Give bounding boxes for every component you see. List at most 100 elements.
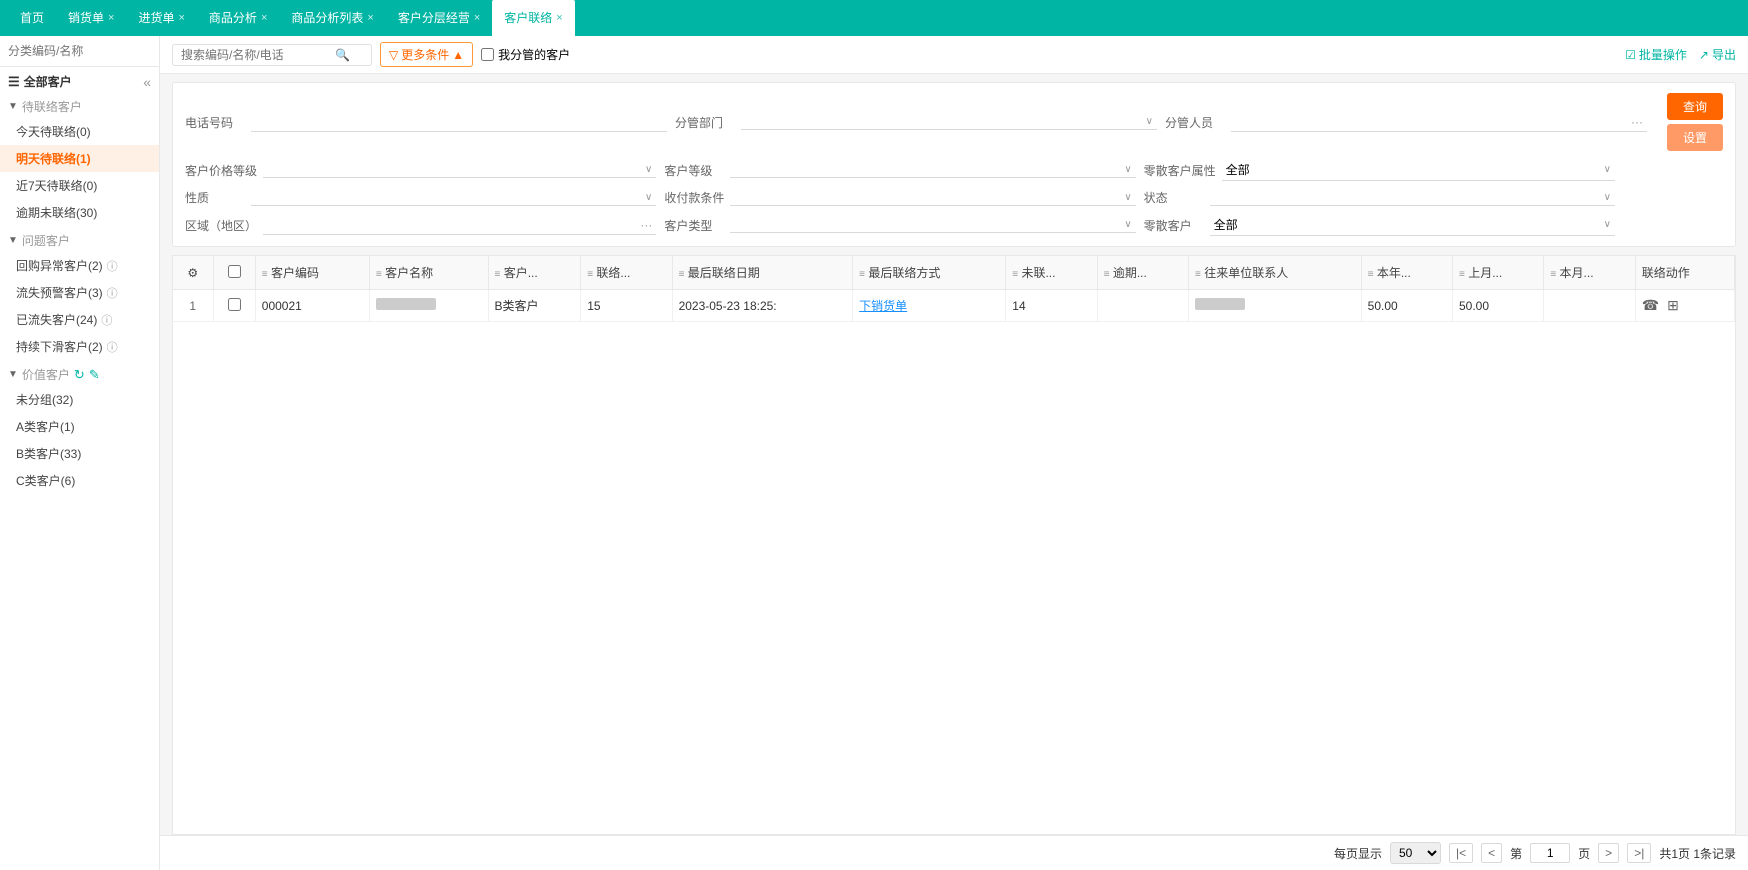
last-page-button[interactable]: >| <box>1627 843 1651 863</box>
export-button[interactable]: ↗ 导出 <box>1699 46 1736 63</box>
select-all-checkbox[interactable] <box>228 265 241 278</box>
page-size-select[interactable]: 50 100 200 <box>1390 842 1441 864</box>
sidebar-item-abnormal[interactable]: 回购异常客户(2) ⓘ <box>0 252 159 279</box>
th-overdue[interactable]: ≡ 逾期... <box>1097 256 1188 290</box>
status-select[interactable]: ∨ <box>1210 190 1615 206</box>
th-current-month[interactable]: ≡ 本月... <box>1544 256 1635 290</box>
sidebar-item-class-c[interactable]: C类客户(6) <box>0 467 159 494</box>
nav-home[interactable]: 首页 <box>8 0 56 36</box>
nav-purchase-order[interactable]: 进货单 × <box>126 0 196 36</box>
th-last-month[interactable]: ≡ 上月... <box>1453 256 1544 290</box>
gender-select[interactable]: ∨ <box>251 190 656 206</box>
table-row: 1 000021 B类客户 15 2023-05-23 18:25: 下销货单 <box>173 290 1735 322</box>
th-checkbox[interactable] <box>213 256 255 290</box>
first-page-button[interactable]: |< <box>1449 843 1473 863</box>
td-checkbox[interactable] <box>213 290 255 322</box>
settings-icon[interactable]: ⚙ <box>187 266 198 280</box>
th-last-contact-method[interactable]: ≡ 最后联络方式 <box>853 256 1006 290</box>
set-button[interactable]: 设置 <box>1667 124 1723 151</box>
more-action-icon[interactable]: ⊞ <box>1667 297 1679 314</box>
th-name[interactable]: ≡ 客户名称 <box>369 256 488 290</box>
price-level-select[interactable]: ∨ <box>263 162 656 178</box>
filter-icon: ▽ <box>389 48 398 62</box>
total-info: 共1页 1条记录 <box>1659 845 1736 862</box>
next-page-button[interactable]: > <box>1598 843 1619 863</box>
payment-select[interactable]: ∨ <box>730 190 1135 206</box>
filter-manager: 分管人员 ··· <box>1165 113 1647 132</box>
nav-product-analysis[interactable]: 商品分析 × <box>197 0 279 36</box>
info-icon[interactable]: ⓘ <box>107 258 118 274</box>
retail-customer-select[interactable]: 全部 ∨ <box>1210 214 1615 236</box>
filter-more-button[interactable]: ▽ 更多条件 ▲ <box>380 42 473 67</box>
sidebar-item-7days[interactable]: 近7天待联络(0) <box>0 172 159 199</box>
search-icon[interactable]: 🔍 <box>335 48 350 62</box>
sidebar-group-pending: ▼ 待联络客户 <box>0 92 159 118</box>
table-body: 1 000021 B类客户 15 2023-05-23 18:25: 下销货单 <box>173 290 1735 322</box>
td-last-contact-method[interactable]: 下销货单 <box>853 290 1006 322</box>
td-current-month <box>1544 290 1635 322</box>
close-icon[interactable]: × <box>367 0 373 36</box>
th-not-contacted[interactable]: ≡ 未联... <box>1006 256 1097 290</box>
sidebar-group-problem: ▼ 问题客户 <box>0 226 159 252</box>
th-unit-contact[interactable]: ≡ 往来单位联系人 <box>1189 256 1362 290</box>
sidebar-search-input[interactable] <box>8 44 160 58</box>
action-icons: ☎ ⊞ <box>1642 297 1728 314</box>
triangle-icon: ▼ <box>8 369 18 380</box>
customer-level-select[interactable]: ∨ <box>730 162 1135 178</box>
customer-type-select[interactable]: ∨ <box>730 217 1135 233</box>
collapse-icon[interactable]: « <box>143 74 151 90</box>
sidebar-item-overdue[interactable]: 逾期未联络(30) <box>0 199 159 226</box>
my-customers-checkbox[interactable] <box>481 48 494 61</box>
filter-payment: 收付款条件 ∨ <box>664 189 1135 206</box>
close-icon[interactable]: × <box>474 0 480 36</box>
sidebar-group-value: ▼ 价值客户 ↻ ✎ <box>0 360 159 386</box>
sidebar-item-declining[interactable]: 持续下滑客户(2) ⓘ <box>0 333 159 360</box>
page-unit-label: 页 <box>1578 845 1590 862</box>
sidebar-item-class-a[interactable]: A类客户(1) <box>0 413 159 440</box>
phone-input[interactable] <box>251 113 667 132</box>
close-icon[interactable]: × <box>178 0 184 36</box>
th-settings[interactable]: ⚙ <box>173 256 213 290</box>
all-customers-title[interactable]: ☰ 全部客户 <box>8 73 72 90</box>
dept-select[interactable]: ∨ <box>741 114 1157 130</box>
prev-page-button[interactable]: < <box>1481 843 1502 863</box>
nav-sales-order[interactable]: 销货单 × <box>56 0 126 36</box>
sidebar-item-lost[interactable]: 已流失客户(24) ⓘ <box>0 306 159 333</box>
info-icon[interactable]: ⓘ <box>107 339 118 355</box>
page-number-input[interactable] <box>1530 843 1570 863</box>
nav-customer-contact[interactable]: 客户联络 × <box>492 0 574 36</box>
batch-ops-button[interactable]: ☑ 批量操作 <box>1625 46 1687 63</box>
region-dots-button[interactable]: ··· <box>640 218 652 232</box>
sidebar-item-today[interactable]: 今天待联络(0) <box>0 118 159 145</box>
close-icon[interactable]: × <box>261 0 267 36</box>
sidebar-item-tomorrow[interactable]: 明天待联络(1) <box>0 145 159 172</box>
edit-icon[interactable]: ✎ <box>89 367 100 383</box>
manager-dots-button[interactable]: ··· <box>1631 115 1643 129</box>
row-checkbox[interactable] <box>228 298 241 311</box>
retail-attr-select[interactable]: 全部 ∨ <box>1222 159 1615 181</box>
filter-retail-attr: 零散客户属性 全部 ∨ <box>1144 159 1615 181</box>
th-last-contact-date[interactable]: ≡ 最后联络日期 <box>672 256 853 290</box>
th-code[interactable]: ≡ 客户编码 <box>255 256 369 290</box>
query-button[interactable]: 查询 <box>1667 93 1723 120</box>
filter-panel: 电话号码 分管部门 ∨ 分管人员 ··· 查询 <box>172 82 1736 247</box>
sidebar-item-class-b[interactable]: B类客户(33) <box>0 440 159 467</box>
refresh-icon[interactable]: ↻ <box>74 367 85 383</box>
close-icon[interactable]: × <box>556 0 562 36</box>
contact-icon[interactable]: ☎ <box>1642 297 1659 314</box>
th-current-year[interactable]: ≡ 本年... <box>1361 256 1452 290</box>
checkbox-icon: ☑ <box>1625 48 1636 62</box>
close-icon[interactable]: × <box>108 0 114 36</box>
sidebar-item-lost-warning[interactable]: 流失预警客户(3) ⓘ <box>0 279 159 306</box>
nav-customer-tier[interactable]: 客户分层经营 × <box>386 0 492 36</box>
td-not-contacted: 14 <box>1006 290 1097 322</box>
nav-product-analysis-list[interactable]: 商品分析列表 × <box>279 0 385 36</box>
main-content: 🔍 ▽ 更多条件 ▲ 我分管的客户 ☑ 批量操作 ↗ 导出 <box>160 36 1748 870</box>
th-contacts[interactable]: ≡ 联络... <box>581 256 672 290</box>
info-icon[interactable]: ⓘ <box>107 285 118 301</box>
info-icon[interactable]: ⓘ <box>101 312 112 328</box>
th-type[interactable]: ≡ 客户... <box>488 256 581 290</box>
my-customers-checkbox-label[interactable]: 我分管的客户 <box>481 46 570 63</box>
main-search-input[interactable] <box>181 48 331 62</box>
sidebar-item-ungrouped[interactable]: 未分组(32) <box>0 386 159 413</box>
